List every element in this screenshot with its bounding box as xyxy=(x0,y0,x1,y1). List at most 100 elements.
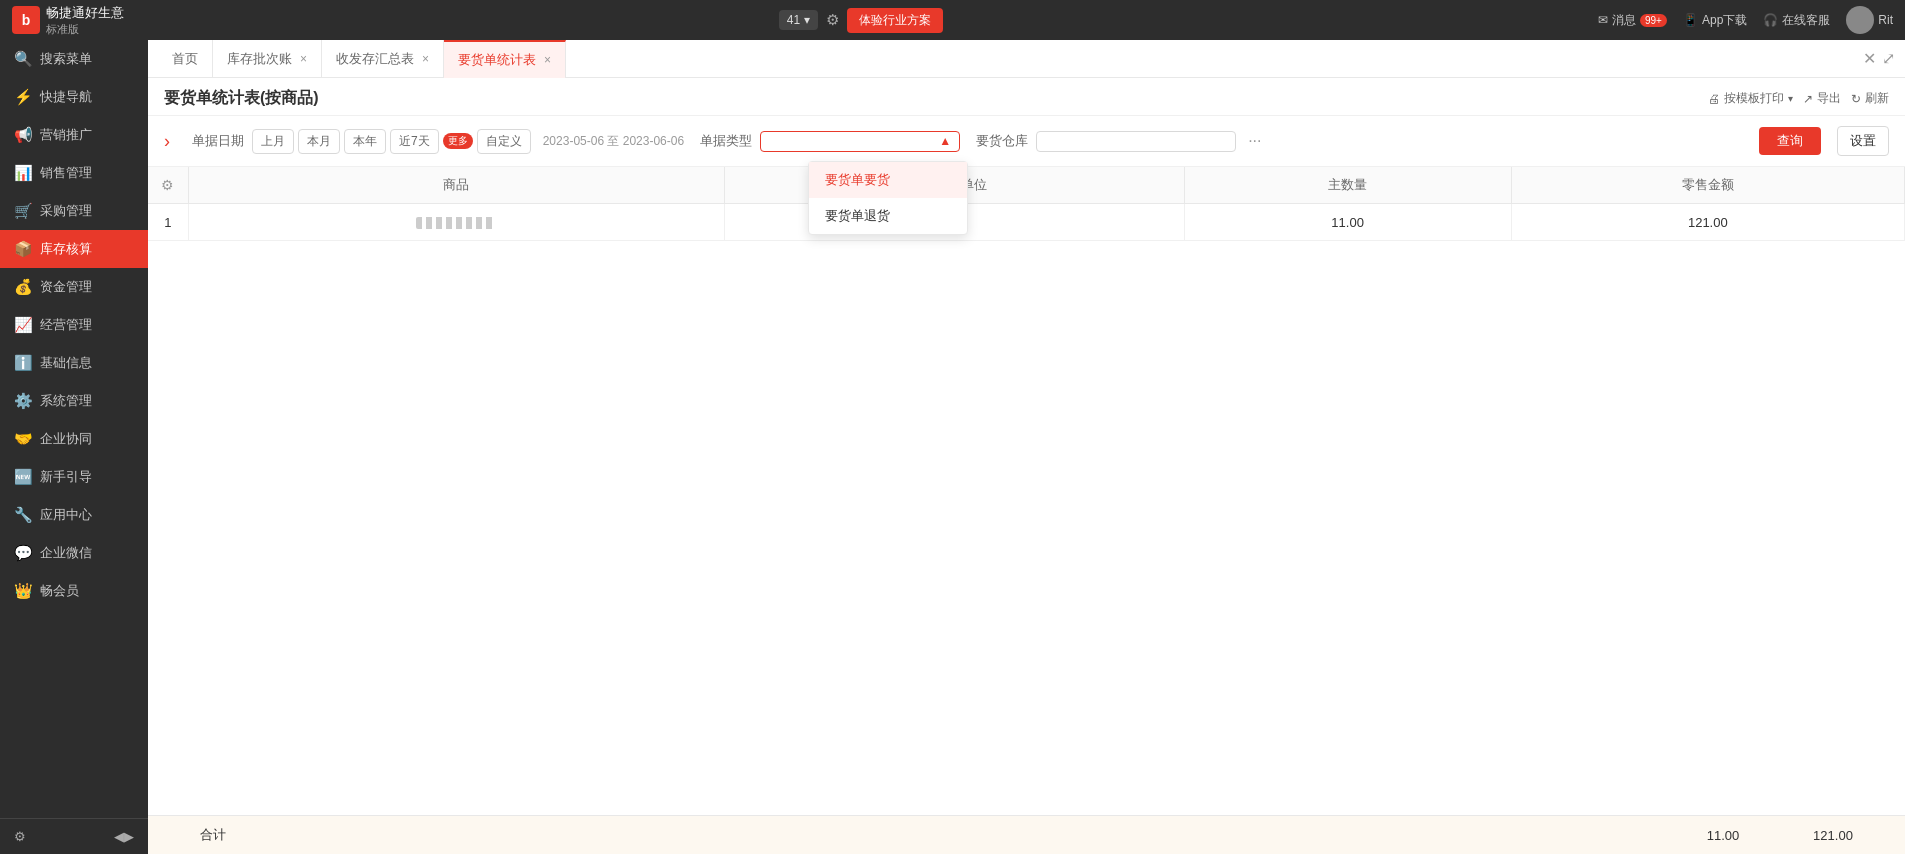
user-info[interactable]: Rit xyxy=(1846,6,1893,34)
print-button[interactable]: 🖨 按模板打印 ▾ xyxy=(1708,90,1793,107)
print-label: 按模板打印 xyxy=(1724,90,1784,107)
logo: b 畅捷通好生意 标准版 xyxy=(12,4,124,37)
cell-no: 1 xyxy=(148,204,188,241)
sidebar-item-guide[interactable]: 🆕 新手引导 xyxy=(0,458,148,496)
export-button[interactable]: ↗ 导出 xyxy=(1803,90,1841,107)
warehouse-filter-input[interactable] xyxy=(1045,134,1227,149)
type-filter-input-wrap[interactable]: ▲ xyxy=(760,131,960,152)
sidebar-label: 系统管理 xyxy=(40,392,92,410)
top-bar-right: ✉ 消息 99+ 📱 App下载 🎧 在线客服 Rit xyxy=(1598,6,1893,34)
refresh-button[interactable]: ↻ 刷新 xyxy=(1851,90,1889,107)
sidebar-item-member[interactable]: 👑 畅会员 xyxy=(0,572,148,610)
wechat-icon: 💬 xyxy=(14,544,32,562)
message-icon: ✉ xyxy=(1598,13,1608,27)
tab-label: 首页 xyxy=(172,50,198,68)
main-layout: 🔍 搜索菜单 ⚡ 快捷导航 📢 营销推广 📊 销售管理 🛒 采购管理 📦 xyxy=(0,40,1905,854)
sidebar-settings-icon[interactable]: ⚙ xyxy=(14,829,26,844)
sidebar-label: 基础信息 xyxy=(40,354,92,372)
date-buttons: 上月 本月 本年 近7天 更多 自定义 xyxy=(252,129,531,154)
sidebar-item-purchase[interactable]: 🛒 采购管理 xyxy=(0,192,148,230)
chevron-up-icon[interactable]: ▲ xyxy=(939,134,951,148)
sidebar-item-system[interactable]: ⚙️ 系统管理 xyxy=(0,382,148,420)
user-name: Rit xyxy=(1878,13,1893,27)
col-settings: ⚙ xyxy=(148,167,188,204)
crown-icon: 👑 xyxy=(14,582,32,600)
sidebar-item-search[interactable]: 🔍 搜索菜单 xyxy=(0,40,148,78)
dropdown-item-order[interactable]: 要货单要货 xyxy=(809,162,967,198)
window-maximize-icon[interactable]: ⤢ xyxy=(1882,49,1895,68)
sidebar-item-inventory[interactable]: 📦 库存核算 xyxy=(0,230,148,268)
table-wrap: ⚙ 商品 主计量单位 主数量 零售金额 1 xyxy=(148,167,1905,815)
online-service-btn[interactable]: 🎧 在线客服 xyxy=(1763,12,1830,29)
this-month-btn[interactable]: 本月 xyxy=(298,129,340,154)
column-settings-icon[interactable]: ⚙ xyxy=(161,177,174,193)
dropdown-item-return[interactable]: 要货单退货 xyxy=(809,198,967,234)
custom-date-btn[interactable]: 自定义 xyxy=(477,129,531,154)
type-filter-section: 单据类型 ▲ xyxy=(700,131,960,152)
sidebar-item-marketing[interactable]: 📢 营销推广 xyxy=(0,116,148,154)
type-filter-label: 单据类型 xyxy=(700,132,752,150)
settings-icon[interactable]: ⚙ xyxy=(826,11,839,29)
tab-end-buttons: ✕ ⤢ xyxy=(1863,49,1895,68)
content-area: 首页 库存批次账 × 收发存汇总表 × 要货单统计表 × ✕ ⤢ xyxy=(148,40,1905,854)
warehouse-filter-section: 要货仓库 ··· xyxy=(976,131,1261,152)
search-icon: 🔍 xyxy=(14,50,32,68)
sidebar-label: 营销推广 xyxy=(40,126,92,144)
footer-qty: 11.00 xyxy=(1673,828,1773,843)
sidebar-item-sales[interactable]: 📊 销售管理 xyxy=(0,154,148,192)
sidebar-label: 经营管理 xyxy=(40,316,92,334)
type-filter-input[interactable] xyxy=(769,134,939,149)
sidebar-item-quick-nav[interactable]: ⚡ 快捷导航 xyxy=(0,78,148,116)
top-bar: b 畅捷通好生意 标准版 41 ▾ ⚙ 体验行业方案 ✉ 消息 99+ 📱 xyxy=(0,0,1905,40)
tab-label: 要货单统计表 xyxy=(458,51,536,69)
sidebar-label: 企业协同 xyxy=(40,430,92,448)
tab-bar: 首页 库存批次账 × 收发存汇总表 × 要货单统计表 × ✕ ⤢ xyxy=(148,40,1905,78)
tab-close-icon[interactable]: × xyxy=(422,52,429,66)
last-month-btn[interactable]: 上月 xyxy=(252,129,294,154)
message-btn[interactable]: ✉ 消息 99+ xyxy=(1598,12,1667,29)
sidebar-item-wechat[interactable]: 💬 企业微信 xyxy=(0,534,148,572)
tab-receive-send[interactable]: 收发存汇总表 × xyxy=(322,40,444,78)
sidebar-item-app-center[interactable]: 🔧 应用中心 xyxy=(0,496,148,534)
refresh-label: 刷新 xyxy=(1865,90,1889,107)
this-year-btn[interactable]: 本年 xyxy=(344,129,386,154)
sidebar-item-basic-info[interactable]: ℹ️ 基础信息 xyxy=(0,344,148,382)
date-range-text: 2023-05-06 至 2023-06-06 xyxy=(543,133,684,150)
settings-button[interactable]: 设置 xyxy=(1837,126,1889,156)
megaphone-icon: 📢 xyxy=(14,126,32,144)
tab-close-icon[interactable]: × xyxy=(544,53,551,67)
trial-button[interactable]: 体验行业方案 xyxy=(847,8,943,33)
sidebar-item-finance[interactable]: 💰 资金管理 xyxy=(0,268,148,306)
warehouse-filter-input-wrap[interactable] xyxy=(1036,131,1236,152)
table-row: 1 块 11.00 121.00 xyxy=(148,204,1905,241)
expand-icon[interactable]: › xyxy=(164,131,170,152)
tab-inventory-batch[interactable]: 库存批次账 × xyxy=(213,40,322,78)
app-download-btn[interactable]: 📱 App下载 xyxy=(1683,12,1747,29)
query-button[interactable]: 查询 xyxy=(1759,127,1821,155)
app-name: 畅捷通好生意 xyxy=(46,4,124,22)
col-amount: 零售金额 xyxy=(1511,167,1904,204)
date-filter-label: 单据日期 xyxy=(192,132,244,150)
more-options-icon[interactable]: ··· xyxy=(1248,132,1261,150)
cell-qty: 11.00 xyxy=(1184,204,1511,241)
more-date-badge[interactable]: 更多 xyxy=(443,133,473,149)
last-7-days-btn[interactable]: 近7天 xyxy=(390,129,439,154)
chevron-down-icon: ▾ xyxy=(1788,93,1793,104)
tab-order-stats[interactable]: 要货单统计表 × xyxy=(444,40,566,78)
page-title: 要货单统计表(按商品) xyxy=(164,88,319,109)
tool-icon: 🔧 xyxy=(14,506,32,524)
sidebar-item-cooperation[interactable]: 🤝 企业协同 xyxy=(0,420,148,458)
sidebar-bottom: ⚙ ◀▶ xyxy=(0,818,148,854)
page-header-actions: 🖨 按模板打印 ▾ ↗ 导出 ↻ 刷新 xyxy=(1708,90,1889,107)
store-name: 41 xyxy=(787,13,800,27)
lightning-icon: ⚡ xyxy=(14,88,32,106)
sidebar-item-operations[interactable]: 📈 经营管理 xyxy=(0,306,148,344)
sidebar-collapse-icon[interactable]: ◀▶ xyxy=(114,829,134,844)
cart-icon: 🛒 xyxy=(14,202,32,220)
tab-close-icon[interactable]: × xyxy=(300,52,307,66)
trend-icon: 📈 xyxy=(14,316,32,334)
window-close-icon[interactable]: ✕ xyxy=(1863,49,1876,68)
store-selector[interactable]: 41 ▾ xyxy=(779,10,818,30)
app-sub: 标准版 xyxy=(46,22,124,37)
tab-home[interactable]: 首页 xyxy=(158,40,213,78)
